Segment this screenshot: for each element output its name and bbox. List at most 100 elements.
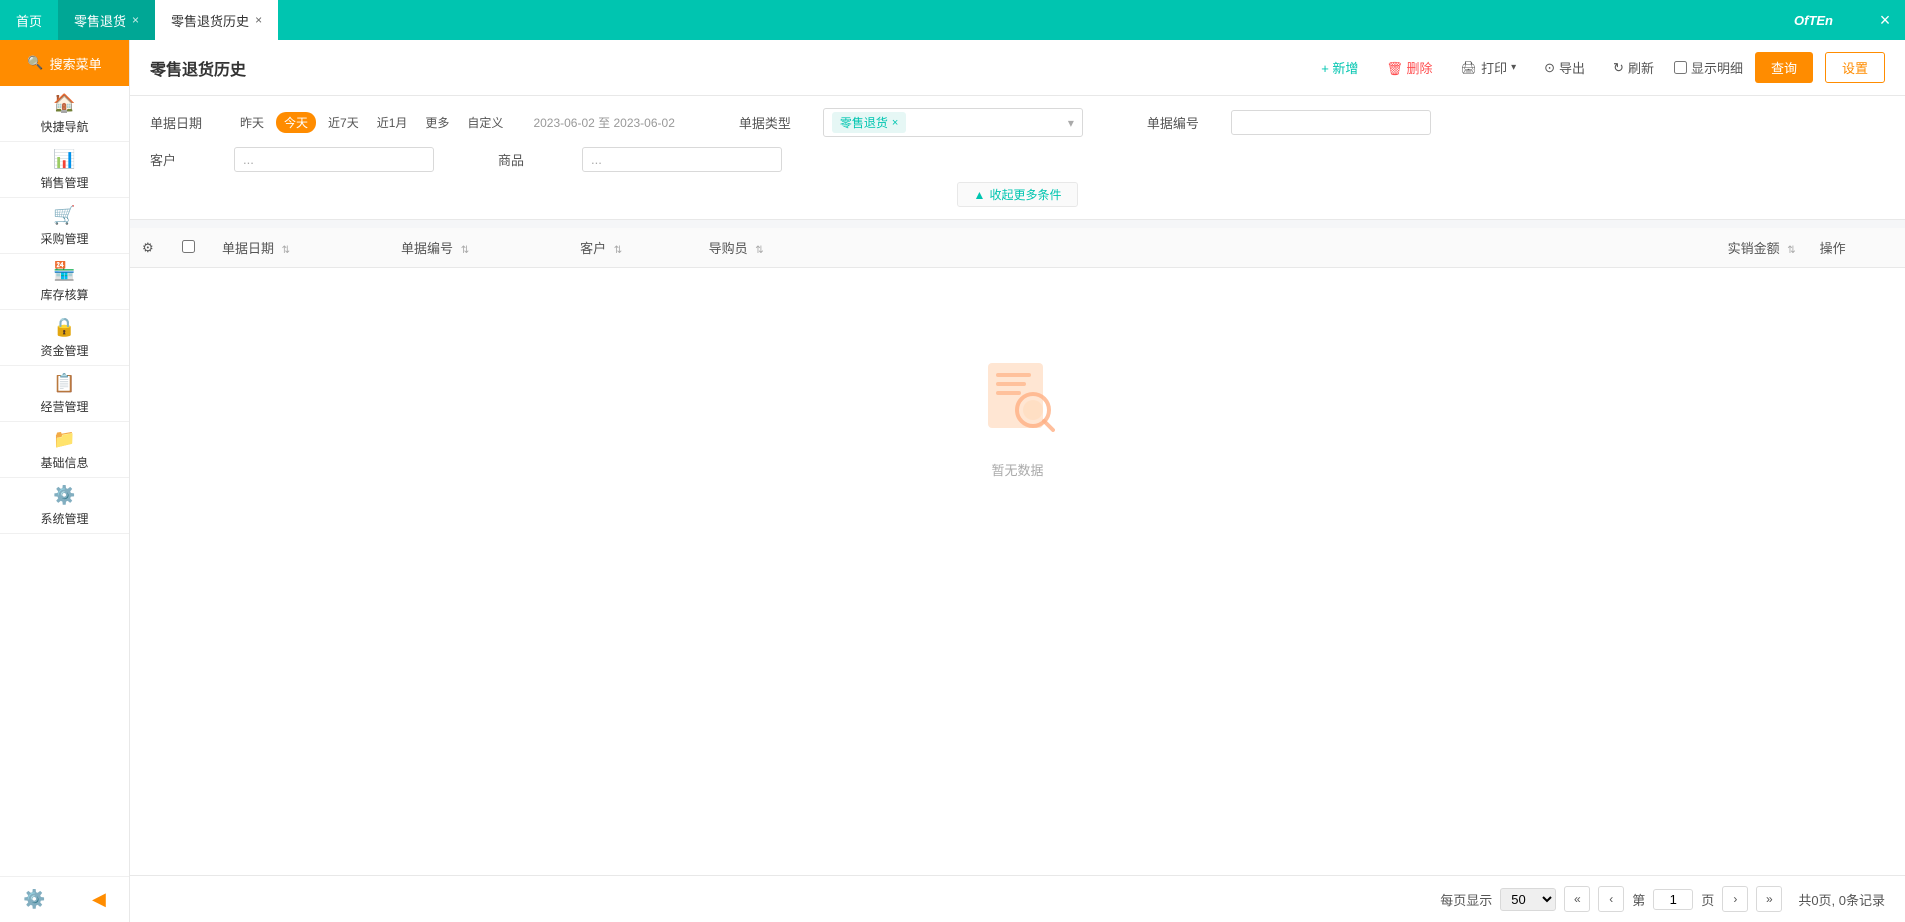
sales-mgmt-icon: 📊 bbox=[53, 149, 75, 170]
pagination-bar: 每页显示 20 50 100 « ‹ 第 页 › » 共0页, 0条记录 bbox=[130, 875, 1905, 922]
query-button[interactable]: 查询 bbox=[1755, 52, 1813, 83]
sidebar-item-label: 销售管理 bbox=[40, 174, 88, 191]
settings-button[interactable]: 设置 bbox=[1825, 52, 1885, 83]
next-page-button[interactable]: › bbox=[1722, 886, 1748, 912]
sidebar-item-sales-mgmt[interactable]: 📊 销售管理 bbox=[0, 142, 129, 198]
new-button[interactable]: + 新增 bbox=[1313, 54, 1366, 81]
date-opt-1month[interactable]: 近1月 bbox=[371, 112, 414, 133]
empty-row: 暂无数据 bbox=[130, 268, 1905, 560]
filter-row-1: 单据日期 昨天 今天 近7天 近1月 更多 自定义 2023-06-02 至 2… bbox=[150, 108, 1885, 137]
page-number-input[interactable] bbox=[1653, 889, 1693, 910]
sidebar-item-quick-nav[interactable]: 🏠 快捷导航 bbox=[0, 86, 129, 142]
delete-button[interactable]: 🗑 删除 bbox=[1378, 54, 1440, 81]
sidebar-item-label: 资金管理 bbox=[40, 342, 88, 359]
date-opt-today[interactable]: 今天 bbox=[276, 112, 316, 133]
filter-row-2: 客户 ... 商品 ... bbox=[150, 147, 1885, 172]
table-container: ⚙ 单据日期 ⇅ 单据编号 ⇅ 客户 bbox=[130, 228, 1905, 875]
guide-sort-icon[interactable]: ⇅ bbox=[755, 245, 763, 256]
customer-placeholder: ... bbox=[243, 152, 425, 167]
amount-sort-icon[interactable]: ⇅ bbox=[1787, 245, 1795, 256]
sidebar-item-label: 采购管理 bbox=[40, 230, 88, 247]
next-page-icon: › bbox=[1733, 892, 1737, 906]
page-size-select[interactable]: 20 50 100 bbox=[1500, 888, 1556, 911]
sidebar-item-finance[interactable]: 🔒 资金管理 bbox=[0, 310, 129, 366]
operations-icon: 📋 bbox=[53, 373, 75, 394]
customer-select[interactable]: ... bbox=[234, 147, 434, 172]
retail-return-tab-close[interactable]: × bbox=[132, 13, 139, 27]
page-label: 页 bbox=[1701, 890, 1714, 909]
prev-page-button[interactable]: ‹ bbox=[1598, 886, 1624, 912]
sidebar: 🔍 搜索菜单 🏠 快捷导航 📊 销售管理 🛒 采购管理 🏪 库存核算 🔒 资金管… bbox=[0, 40, 130, 922]
col-code: 单据编号 ⇅ bbox=[389, 228, 568, 268]
col-setting[interactable]: ⚙ bbox=[130, 228, 170, 268]
tab-home[interactable]: 首页 bbox=[0, 0, 58, 40]
empty-state-icon bbox=[968, 348, 1068, 448]
refresh-icon: ↻ bbox=[1613, 60, 1624, 76]
goods-select[interactable]: ... bbox=[582, 147, 782, 172]
sidebar-search[interactable]: 🔍 搜索菜单 bbox=[0, 40, 129, 86]
window-close-button[interactable]: × bbox=[1865, 0, 1905, 40]
date-opt-7days[interactable]: 近7天 bbox=[322, 112, 365, 133]
sidebar-collapse-btn[interactable]: ◀ bbox=[92, 889, 106, 910]
filter-area: 单据日期 昨天 今天 近7天 近1月 更多 自定义 2023-06-02 至 2… bbox=[130, 96, 1905, 220]
col-operation: 操作 bbox=[1808, 228, 1905, 268]
refresh-button[interactable]: ↻ 刷新 bbox=[1605, 54, 1662, 81]
collapse-label: 收起更多条件 bbox=[989, 186, 1061, 203]
collapse-icon: ▲ bbox=[974, 188, 986, 202]
sidebar-item-label: 快捷导航 bbox=[40, 118, 88, 135]
first-page-icon: « bbox=[1574, 892, 1581, 906]
tab-retail-return[interactable]: 零售退货 × bbox=[58, 0, 155, 40]
select-all-checkbox[interactable] bbox=[182, 240, 195, 253]
home-tab-label: 首页 bbox=[16, 11, 42, 30]
empty-state: 暂无数据 bbox=[130, 268, 1905, 559]
code-input[interactable] bbox=[1231, 110, 1431, 135]
code-sort-icon[interactable]: ⇅ bbox=[461, 245, 469, 256]
show-detail-checkbox[interactable] bbox=[1674, 61, 1687, 74]
system-mgmt-icon: ⚙️ bbox=[53, 485, 75, 506]
date-opt-more[interactable]: 更多 bbox=[419, 112, 455, 133]
retail-return-tab-label: 零售退货 bbox=[74, 11, 126, 30]
top-nav-right: OfTEn bbox=[1794, 13, 1865, 28]
date-sort-icon[interactable]: ⇅ bbox=[282, 245, 290, 256]
export-button[interactable]: ⊙ 导出 bbox=[1536, 54, 1593, 81]
type-select[interactable]: 零售退货 × ▾ bbox=[823, 108, 1083, 137]
retail-return-history-tab-close[interactable]: × bbox=[255, 13, 262, 27]
type-tag-close[interactable]: × bbox=[892, 117, 898, 129]
first-page-button[interactable]: « bbox=[1564, 886, 1590, 912]
goods-label: 商品 bbox=[498, 150, 558, 169]
search-icon: 🔍 bbox=[27, 55, 43, 71]
print-button[interactable]: 🖨 🖨 打印 打印 ▾ bbox=[1453, 54, 1525, 81]
table-header-row: ⚙ 单据日期 ⇅ 单据编号 ⇅ 客户 bbox=[130, 228, 1905, 268]
show-detail-label: 显示明细 bbox=[1691, 58, 1743, 77]
page-size-label: 每页显示 bbox=[1440, 890, 1492, 909]
customer-sort-icon[interactable]: ⇅ bbox=[614, 245, 622, 256]
customer-label: 客户 bbox=[150, 150, 210, 169]
date-opt-custom[interactable]: 自定义 bbox=[461, 112, 509, 133]
col-guide: 导购员 ⇅ bbox=[697, 228, 851, 268]
sidebar-item-system-mgmt[interactable]: ⚙️ 系统管理 bbox=[0, 478, 129, 534]
collapse-button[interactable]: ▲ 收起更多条件 bbox=[957, 182, 1079, 207]
print-dropdown-icon: ▾ bbox=[1511, 62, 1516, 73]
sidebar-item-label: 经营管理 bbox=[40, 398, 88, 415]
sidebar-item-operations[interactable]: 📋 经营管理 bbox=[0, 366, 129, 422]
col-date: 单据日期 ⇅ bbox=[210, 228, 389, 268]
date-opt-yesterday[interactable]: 昨天 bbox=[234, 112, 270, 133]
last-page-button[interactable]: » bbox=[1756, 886, 1782, 912]
goods-placeholder: ... bbox=[591, 152, 773, 167]
type-label: 单据类型 bbox=[739, 113, 799, 132]
collapse-row: ▲ 收起更多条件 bbox=[150, 182, 1885, 207]
tab-retail-return-history[interactable]: 零售退货历史 × bbox=[155, 0, 278, 40]
sidebar-item-base-info[interactable]: 📁 基础信息 bbox=[0, 422, 129, 478]
data-table: ⚙ 单据日期 ⇅ 单据编号 ⇅ 客户 bbox=[130, 228, 1905, 559]
empty-text: 暂无数据 bbox=[991, 460, 1043, 479]
sidebar-settings-btn[interactable]: ⚙️ bbox=[23, 889, 45, 910]
sidebar-item-purchase-mgmt[interactable]: 🛒 采购管理 bbox=[0, 198, 129, 254]
sidebar-item-inventory[interactable]: 🏪 库存核算 bbox=[0, 254, 129, 310]
print-icon: 🖨 bbox=[1461, 60, 1478, 76]
quick-nav-icon: 🏠 bbox=[53, 93, 75, 114]
date-options: 昨天 今天 近7天 近1月 更多 自定义 bbox=[234, 112, 509, 133]
finance-icon: 🔒 bbox=[53, 317, 75, 338]
type-dropdown-icon: ▾ bbox=[1068, 116, 1074, 130]
col-check[interactable] bbox=[170, 228, 210, 268]
base-info-icon: 📁 bbox=[53, 429, 75, 450]
